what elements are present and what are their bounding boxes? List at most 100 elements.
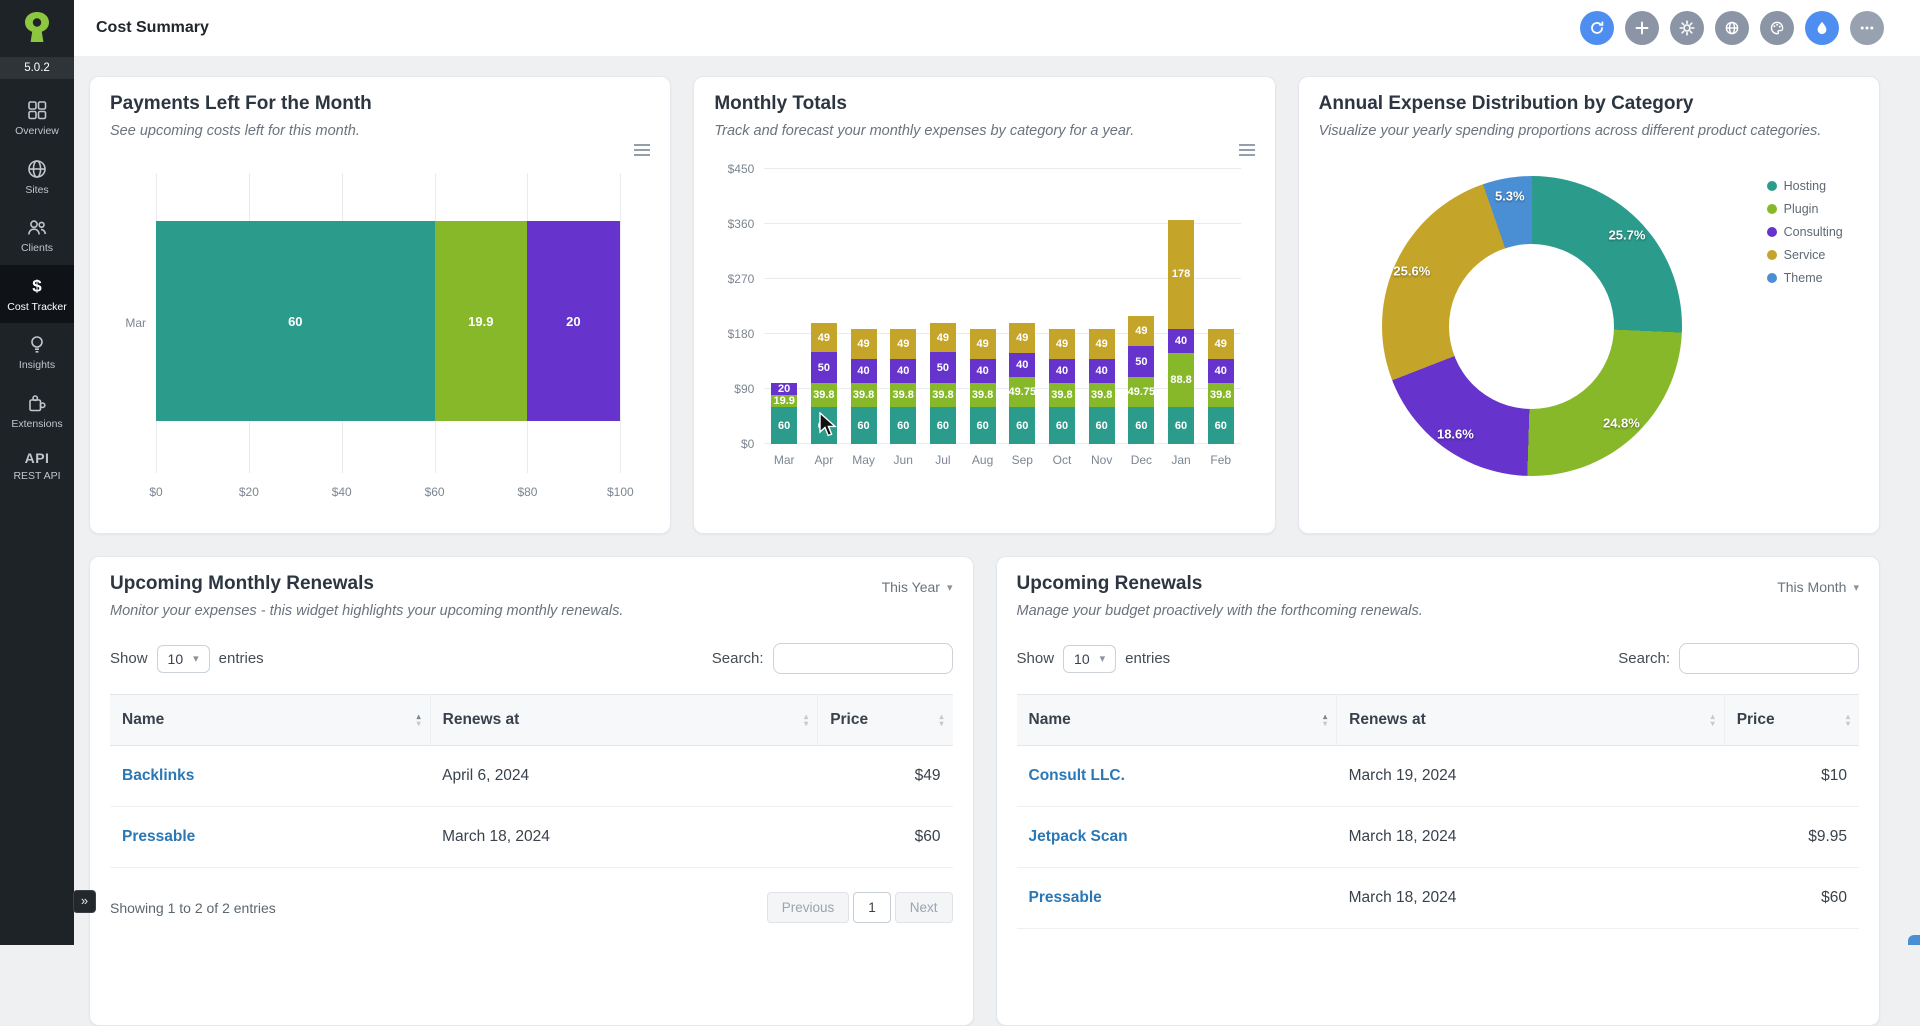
cell-price: $49 bbox=[818, 746, 953, 807]
sidebar-item-cost-tracker[interactable]: $ Cost Tracker bbox=[0, 265, 74, 324]
legend-item[interactable]: Theme bbox=[1767, 271, 1843, 285]
card-subtitle: Manage your budget proactively with the … bbox=[1017, 603, 1860, 619]
search-input[interactable] bbox=[773, 643, 953, 674]
stacked-bar: 1784088.860 bbox=[1168, 220, 1194, 444]
bar-column[interactable]: 494039.860Oct bbox=[1042, 169, 1082, 444]
bar-value-label: 40 bbox=[1175, 335, 1187, 347]
bar-value-label: 60 bbox=[1215, 420, 1227, 432]
x-axis-label: Dec bbox=[1131, 453, 1152, 467]
legend-item[interactable]: Hosting bbox=[1767, 179, 1843, 193]
sidebar-item-rest-api[interactable]: API REST API bbox=[0, 440, 74, 493]
bar-column[interactable]: 2019.960Mar bbox=[764, 169, 804, 444]
cell-renews-at: April 6, 2024 bbox=[430, 746, 818, 807]
api-icon: API bbox=[25, 450, 50, 466]
page-number-button[interactable]: 1 bbox=[853, 892, 891, 923]
column-header-name[interactable]: Name ▴▾ bbox=[1017, 695, 1337, 746]
search-input[interactable] bbox=[1679, 643, 1859, 674]
period-filter-dropdown[interactable]: This Month ▾ bbox=[1777, 579, 1859, 595]
theme-button[interactable] bbox=[1760, 11, 1794, 45]
settings-button[interactable] bbox=[1670, 11, 1704, 45]
scroll-top-button[interactable] bbox=[1908, 935, 1920, 945]
bar-value-label: 88.8 bbox=[1170, 374, 1191, 386]
sidebar-item-overview[interactable]: Overview bbox=[0, 89, 74, 148]
cost-tracker-button[interactable] bbox=[1805, 11, 1839, 45]
previous-page-button[interactable]: Previous bbox=[767, 892, 850, 923]
sites-button[interactable] bbox=[1715, 11, 1749, 45]
stacked-bar[interactable]: 6019.920 bbox=[156, 221, 620, 421]
people-icon bbox=[26, 216, 48, 238]
renewal-link[interactable]: Backlinks bbox=[122, 767, 194, 784]
sidebar-item-insights[interactable]: Insights bbox=[0, 323, 74, 382]
chart-menu-icon[interactable] bbox=[1239, 143, 1255, 161]
bar-segment-plugin: 39.8 bbox=[1089, 383, 1115, 407]
bar-column[interactable]: 495039.860Jul bbox=[923, 169, 963, 444]
axis-tick-label: $60 bbox=[425, 485, 445, 499]
bar-column[interactable]: 494049.7560Sep bbox=[1002, 169, 1042, 444]
stacked-bar: 494039.860 bbox=[1089, 329, 1115, 444]
bar-column[interactable]: 494039.860Nov bbox=[1082, 169, 1122, 444]
cell-price: $60 bbox=[1724, 868, 1859, 929]
app-logo[interactable] bbox=[20, 10, 54, 49]
legend-item[interactable]: Consulting bbox=[1767, 225, 1843, 239]
cell-name: Pressable bbox=[1017, 868, 1337, 929]
legend-label: Service bbox=[1784, 248, 1826, 262]
chart-menu-icon[interactable] bbox=[634, 143, 650, 161]
bar-column[interactable]: 494039.860Aug bbox=[963, 169, 1003, 444]
bar-column[interactable]: 494039.860May bbox=[844, 169, 884, 444]
legend-item[interactable]: Plugin bbox=[1767, 202, 1843, 216]
mainwp-logo-icon bbox=[20, 10, 54, 44]
refresh-button[interactable] bbox=[1580, 11, 1614, 45]
renewal-link[interactable]: Jetpack Scan bbox=[1029, 828, 1128, 845]
column-header-name[interactable]: Name ▴▾ bbox=[110, 695, 430, 746]
bar-column[interactable]: 494039.860Jun bbox=[883, 169, 923, 444]
bar-segment-hosting: 60 bbox=[1128, 407, 1154, 444]
bar-column[interactable]: 1784088.860Jan bbox=[1161, 169, 1201, 444]
period-filter-dropdown[interactable]: This Year ▾ bbox=[882, 579, 953, 595]
bar-segment-service: 49 bbox=[811, 323, 837, 353]
sidebar-expand-button[interactable]: » bbox=[73, 890, 96, 913]
next-page-button[interactable]: Next bbox=[895, 892, 953, 923]
bar-value-label: 50 bbox=[1135, 356, 1147, 368]
sidebar-item-extensions[interactable]: Extensions bbox=[0, 382, 74, 441]
bar-column[interactable]: 495039.860Apr bbox=[804, 169, 844, 444]
bar-segment-hosting: 60 bbox=[1208, 407, 1234, 444]
bar-value-label: 40 bbox=[1096, 365, 1108, 377]
bar-value-label: 49.75 bbox=[1128, 386, 1156, 398]
column-header-price[interactable]: Price ▴▾ bbox=[1724, 695, 1859, 746]
bar-segment-hosting: 60 bbox=[890, 407, 916, 444]
bar-value-label: 49 bbox=[1215, 338, 1227, 350]
page-size-select[interactable]: 10 ▾ bbox=[157, 645, 210, 673]
column-header-renews-at[interactable]: Renews at ▴▾ bbox=[430, 695, 818, 746]
legend-item[interactable]: Service bbox=[1767, 248, 1843, 262]
add-button[interactable] bbox=[1625, 11, 1659, 45]
bar-value-label: 60 bbox=[1096, 420, 1108, 432]
sidebar-item-label: Cost Tracker bbox=[7, 302, 67, 314]
sidebar-item-clients[interactable]: Clients bbox=[0, 206, 74, 265]
renewal-link[interactable]: Pressable bbox=[122, 828, 195, 845]
page-size-select[interactable]: 10 ▾ bbox=[1063, 645, 1116, 673]
axis-tick-label: $180 bbox=[728, 327, 755, 341]
sidebar-item-sites[interactable]: Sites bbox=[0, 148, 74, 207]
bar-value-label: 40 bbox=[897, 365, 909, 377]
bar-column[interactable]: 495049.7560Dec bbox=[1122, 169, 1162, 444]
bar-segment-hosting: 60 bbox=[1168, 407, 1194, 444]
bar-segment-plugin: 88.8 bbox=[1168, 353, 1194, 407]
stacked-bar: 495049.7560 bbox=[1128, 316, 1154, 444]
bar-value-label: 49 bbox=[1056, 338, 1068, 350]
bar-segment-service: 49 bbox=[1049, 329, 1075, 359]
renewal-link[interactable]: Consult LLC. bbox=[1029, 767, 1125, 784]
entries-label: entries bbox=[219, 650, 264, 667]
bar-segment-hosting: 60 bbox=[970, 407, 996, 444]
more-button[interactable] bbox=[1850, 11, 1884, 45]
chevron-down-icon: ▾ bbox=[193, 652, 199, 665]
bar-value-label: 60 bbox=[1056, 420, 1068, 432]
filter-value: This Month bbox=[1777, 579, 1846, 595]
sidebar-nav: Overview Sites Clients $ Cost Tracker bbox=[0, 89, 74, 493]
renewal-link[interactable]: Pressable bbox=[1029, 889, 1102, 906]
bar-value-label: 60 bbox=[897, 420, 909, 432]
bar-column[interactable]: 494039.860Feb bbox=[1201, 169, 1241, 444]
bar-value-label: 60 bbox=[1175, 420, 1187, 432]
column-header-price[interactable]: Price ▴▾ bbox=[818, 695, 953, 746]
bar-value-label: 49.75 bbox=[1009, 386, 1037, 398]
column-header-renews-at[interactable]: Renews at ▴▾ bbox=[1337, 695, 1725, 746]
